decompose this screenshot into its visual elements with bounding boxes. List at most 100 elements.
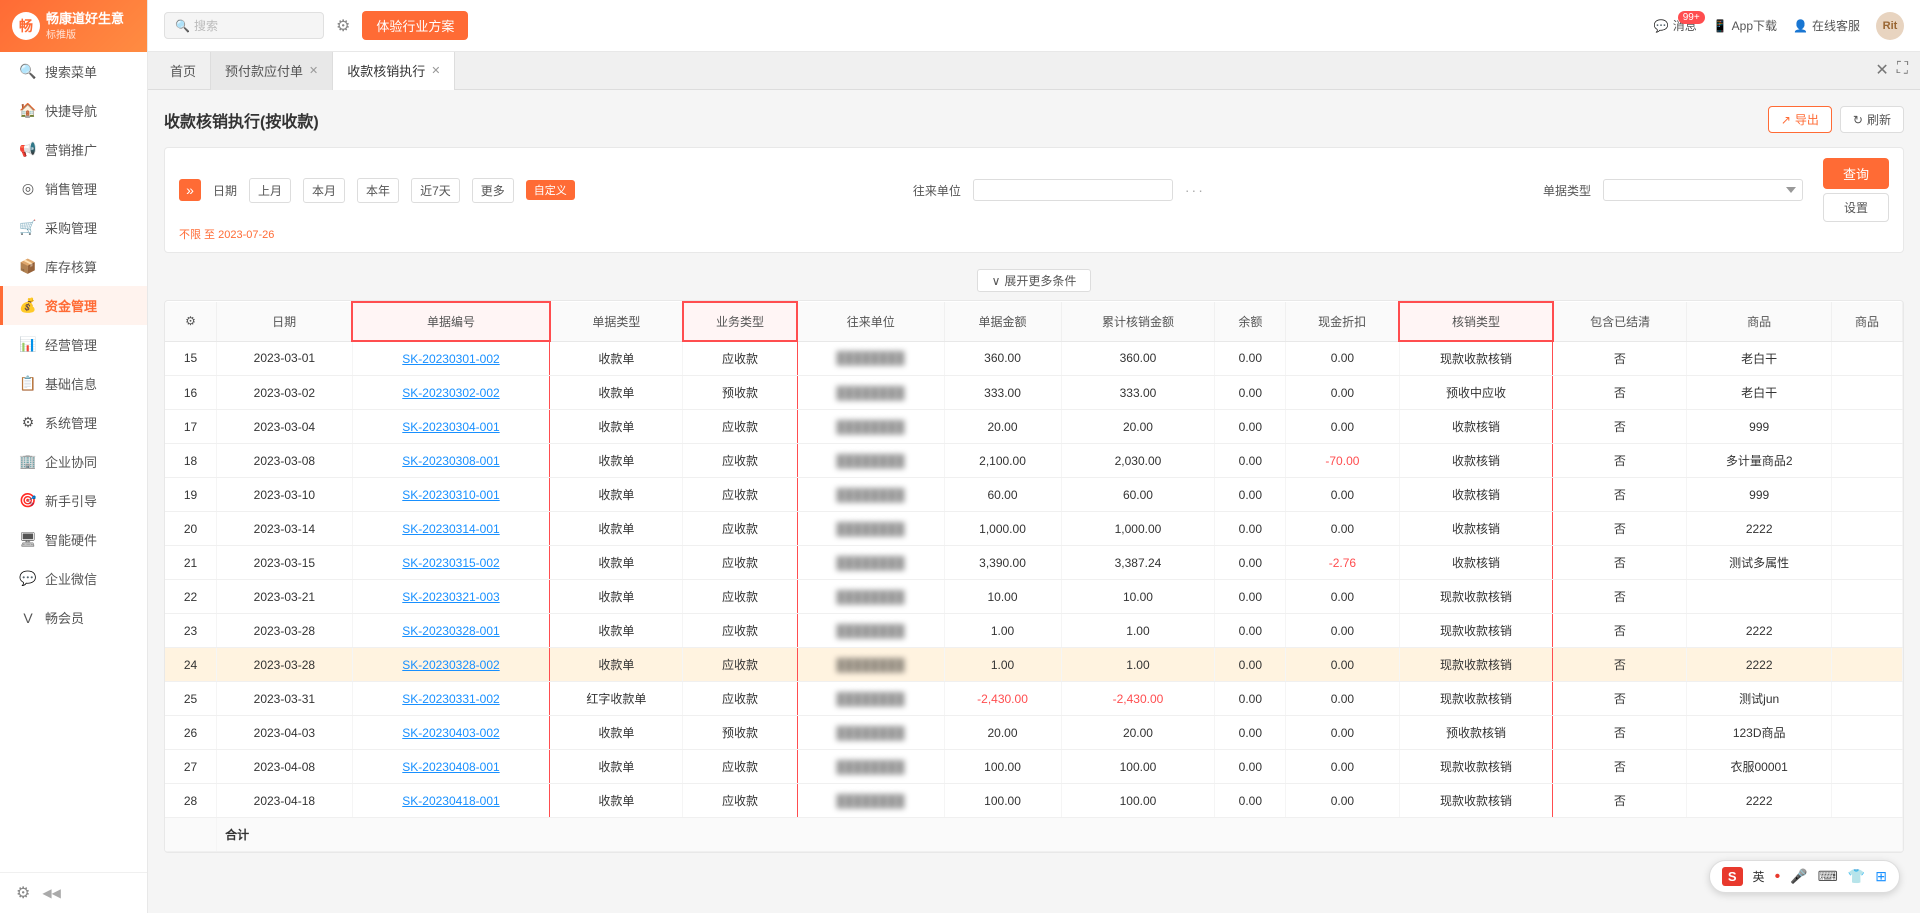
doc-type-cell: 收款单 bbox=[550, 716, 683, 750]
ime-skin-icon[interactable]: 👕 bbox=[1848, 868, 1865, 885]
sidebar-item-hardware[interactable]: 🖥智能硬件 bbox=[0, 520, 147, 559]
sidebar-item-guide[interactable]: 🎯新手引导 bbox=[0, 481, 147, 520]
amount-cell: -2,430.00 bbox=[944, 682, 1061, 716]
sidebar-item-finance[interactable]: 💰资金管理 bbox=[0, 286, 147, 325]
sidebar-item-quick[interactable]: 🏠快捷导航 bbox=[0, 91, 147, 130]
date-7days-btn[interactable]: 近7天 bbox=[411, 178, 460, 203]
ime-keyboard-icon[interactable]: ⌨ bbox=[1818, 868, 1838, 885]
sidebar-item-purchase[interactable]: 🛒采购管理 bbox=[0, 208, 147, 247]
doc-no-link[interactable]: SK-20230321-003 bbox=[402, 590, 499, 604]
topbar-search[interactable]: 🔍 搜索 bbox=[164, 12, 324, 39]
topbar-online-service[interactable]: 👤 在线客服 bbox=[1793, 17, 1860, 34]
marketing-icon: 📢 bbox=[19, 141, 37, 158]
date-this-year-btn[interactable]: 本年 bbox=[357, 178, 399, 203]
doc-type-select[interactable] bbox=[1603, 179, 1803, 201]
seq-cell: 28 bbox=[165, 784, 217, 818]
biz-type-cell: 应收款 bbox=[683, 784, 797, 818]
sidebar-item-corp[interactable]: 🏢企业协同 bbox=[0, 442, 147, 481]
include-cleared-cell: 否 bbox=[1553, 341, 1687, 376]
biz-type-cell: 预收款 bbox=[683, 716, 797, 750]
doc-type-cell: 收款单 bbox=[550, 546, 683, 580]
product-cell: 测试多属性 bbox=[1687, 546, 1832, 580]
total-cancel-cell: 20.00 bbox=[1061, 716, 1215, 750]
doc-no-link[interactable]: SK-20230328-001 bbox=[402, 624, 499, 638]
include-cleared-cell: 否 bbox=[1553, 750, 1687, 784]
doc-no-link[interactable]: SK-20230408-001 bbox=[402, 760, 499, 774]
doc-no-link[interactable]: SK-20230315-002 bbox=[402, 556, 499, 570]
sidebar-item-basic[interactable]: 📋基础信息 bbox=[0, 364, 147, 403]
industry-btn[interactable]: 体验行业方案 bbox=[362, 11, 468, 40]
filter-toggle-btn[interactable]: » bbox=[179, 179, 201, 201]
cash-discount-cell: 0.00 bbox=[1286, 512, 1399, 546]
sidebar-item-wechat[interactable]: 💬企业微信 bbox=[0, 559, 147, 598]
ime-input-mode[interactable]: 英 bbox=[1753, 868, 1765, 885]
balance-cell: 0.00 bbox=[1215, 580, 1286, 614]
topbar-messages[interactable]: 💬 消息 99+ bbox=[1654, 17, 1697, 34]
doc-no-link[interactable]: SK-20230328-002 bbox=[402, 658, 499, 672]
avatar[interactable]: Rit bbox=[1876, 12, 1904, 40]
date-this-month-btn[interactable]: 本月 bbox=[303, 178, 345, 203]
sidebar-item-ops[interactable]: 📊经营管理 bbox=[0, 325, 147, 364]
sidebar-item-member[interactable]: V畅会员 bbox=[0, 598, 147, 637]
th-settings[interactable]: ⚙ bbox=[165, 302, 217, 341]
sidebar-item-sales[interactable]: ◎销售管理 bbox=[0, 169, 147, 208]
amount-cell: 100.00 bbox=[944, 750, 1061, 784]
doc-no-link[interactable]: SK-20230310-001 bbox=[402, 488, 499, 502]
topbar-app-download[interactable]: 📱 App下载 bbox=[1713, 17, 1777, 34]
ime-grid-icon[interactable]: ⊞ bbox=[1875, 868, 1887, 885]
tab-home[interactable]: 首页 bbox=[156, 52, 211, 90]
export-button[interactable]: ↗ 导出 bbox=[1768, 106, 1832, 133]
table-row: 202023-03-14SK-20230314-001收款单应收款███████… bbox=[165, 512, 1903, 546]
partner-input[interactable] bbox=[973, 179, 1173, 201]
tab-close-prepay-icon[interactable]: ✕ bbox=[309, 64, 318, 77]
doc-no-link[interactable]: SK-20230302-002 bbox=[402, 386, 499, 400]
tab-close-receipt-icon[interactable]: ✕ bbox=[431, 64, 440, 77]
sidebar-item-inventory[interactable]: 📦库存核算 bbox=[0, 247, 147, 286]
sidebar-item-search[interactable]: 🔍搜索菜单 bbox=[0, 52, 147, 91]
tab-maximize-icon[interactable]: ⛶ bbox=[1897, 60, 1908, 80]
settings-button[interactable]: 设置 bbox=[1823, 193, 1889, 222]
partner-cell: ████████ bbox=[797, 682, 944, 716]
th-balance: 余额 bbox=[1215, 302, 1286, 341]
date-more-btn[interactable]: 更多 bbox=[472, 178, 514, 203]
collapse-icon[interactable]: ◀◀ bbox=[42, 886, 60, 900]
query-button[interactable]: 查询 bbox=[1823, 158, 1889, 189]
doc-no-cell: SK-20230314-001 bbox=[352, 512, 550, 546]
settings-icon[interactable]: ⚙ bbox=[16, 883, 30, 903]
ime-mic-icon[interactable]: 🎤 bbox=[1790, 868, 1807, 885]
tab-receipt[interactable]: 收款核销执行✕ bbox=[333, 52, 455, 90]
partner-cell: ████████ bbox=[797, 546, 944, 580]
date-last-month-btn[interactable]: 上月 bbox=[249, 178, 291, 203]
sidebar-label-search: 搜索菜单 bbox=[45, 62, 97, 81]
table-row: 222023-03-21SK-20230321-003收款单应收款███████… bbox=[165, 580, 1903, 614]
doc-no-cell: SK-20230308-001 bbox=[352, 444, 550, 478]
topbar-settings-icon[interactable]: ⚙ bbox=[336, 16, 350, 36]
doc-no-link[interactable]: SK-20230331-002 bbox=[402, 692, 499, 706]
total-cancel-cell: 2,030.00 bbox=[1061, 444, 1215, 478]
cash-discount-cell: -2.76 bbox=[1286, 546, 1399, 580]
refresh-button[interactable]: ↻ 刷新 bbox=[1840, 106, 1904, 133]
cancel-type-cell: 现款收款核销 bbox=[1399, 682, 1553, 716]
cancel-type-cell: 收款核销 bbox=[1399, 410, 1553, 444]
doc-no-cell: SK-20230302-002 bbox=[352, 376, 550, 410]
sidebar-label-member: 畅会员 bbox=[45, 608, 84, 627]
doc-no-link[interactable]: SK-20230308-001 bbox=[402, 454, 499, 468]
expand-more-btn[interactable]: ∨ 展开更多条件 bbox=[977, 269, 1092, 292]
doc-no-cell: SK-20230310-001 bbox=[352, 478, 550, 512]
cancel-type-cell: 预收中应收 bbox=[1399, 376, 1553, 410]
doc-no-link[interactable]: SK-20230403-002 bbox=[402, 726, 499, 740]
doc-no-link[interactable]: SK-20230304-001 bbox=[402, 420, 499, 434]
chevron-down-icon: ∨ bbox=[992, 274, 1001, 288]
doc-no-link[interactable]: SK-20230301-002 bbox=[402, 352, 499, 366]
sidebar-item-system[interactable]: ⚙系统管理 bbox=[0, 403, 147, 442]
sidebar-label-corp: 企业协同 bbox=[45, 452, 97, 471]
doc-no-link[interactable]: SK-20230418-001 bbox=[402, 794, 499, 808]
inventory-icon: 📦 bbox=[19, 258, 37, 275]
date-custom-btn[interactable]: 自定义 bbox=[526, 180, 575, 200]
column-settings-icon[interactable]: ⚙ bbox=[185, 314, 196, 328]
sidebar-item-marketing[interactable]: 📢营销推广 bbox=[0, 130, 147, 169]
doc-no-link[interactable]: SK-20230314-001 bbox=[402, 522, 499, 536]
total-cancel-cell: 333.00 bbox=[1061, 376, 1215, 410]
tab-close-all-icon[interactable]: ✕ bbox=[1875, 60, 1888, 80]
tab-prepay[interactable]: 预付款应付单✕ bbox=[211, 52, 333, 90]
